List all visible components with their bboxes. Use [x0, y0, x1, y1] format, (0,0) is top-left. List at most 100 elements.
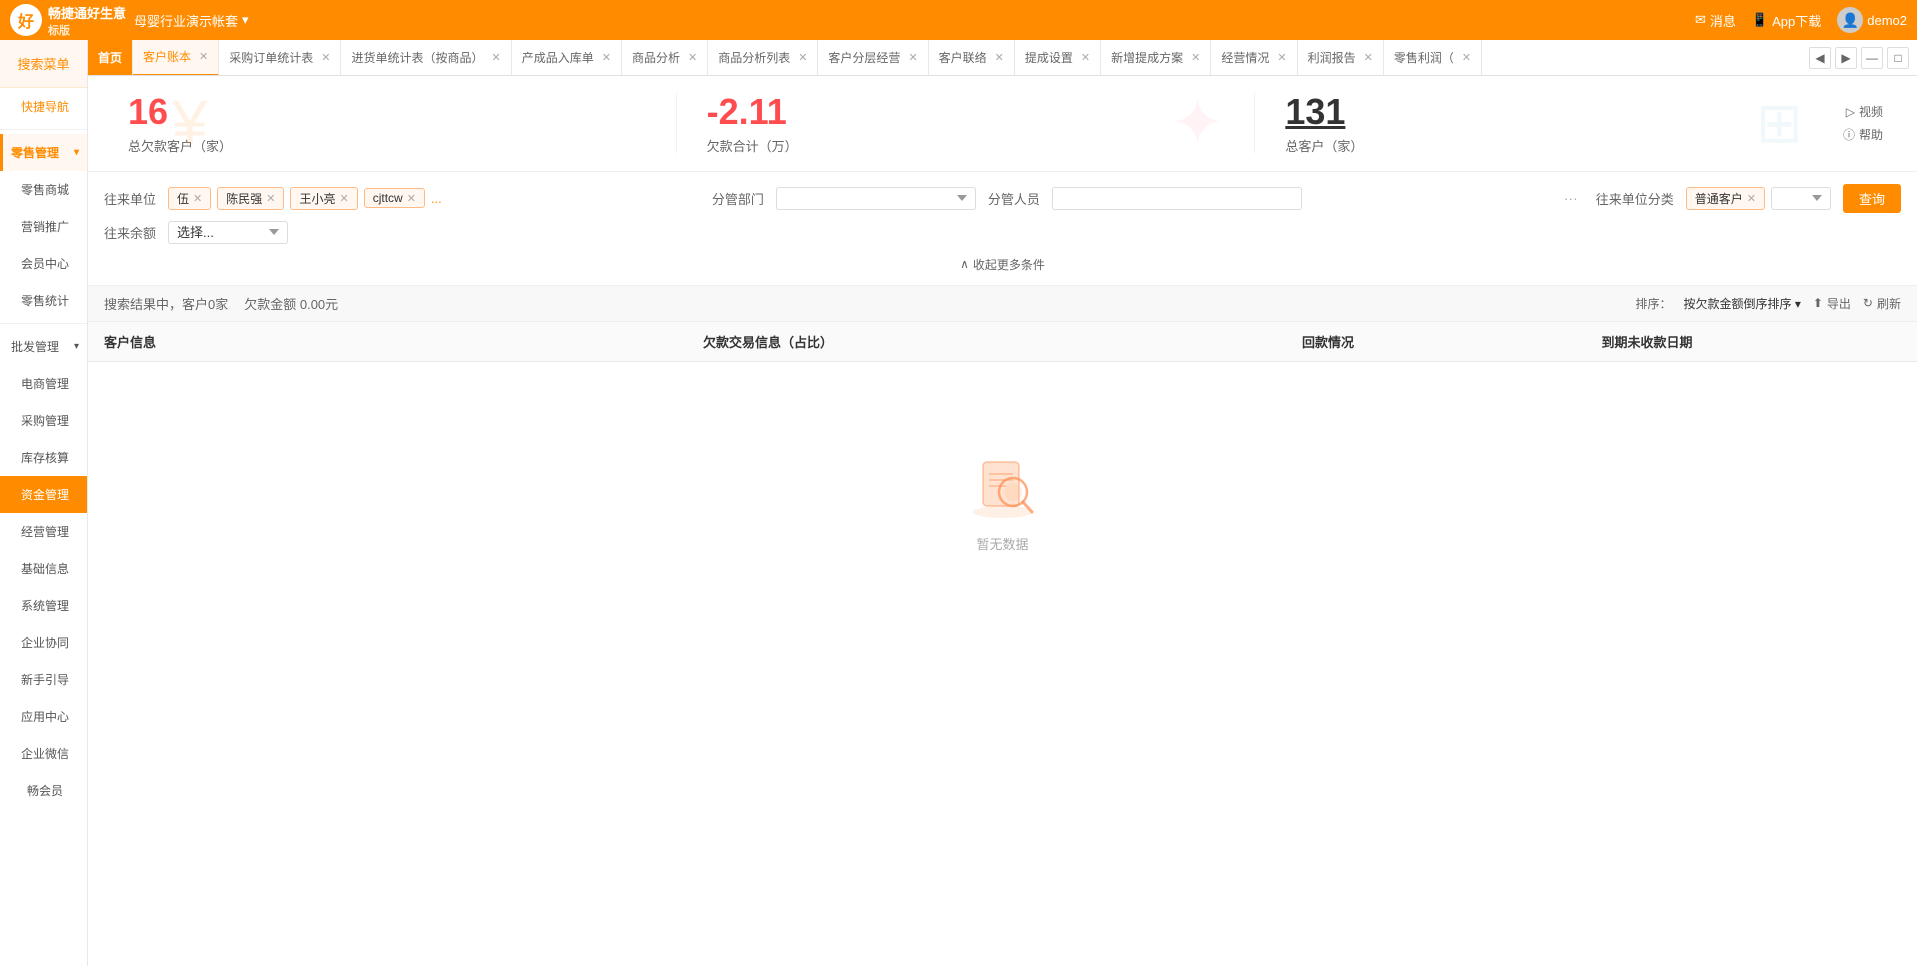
- sidebar-item-operations-manage[interactable]: 经营管理: [0, 513, 87, 550]
- app-download-btn[interactable]: 📱 App下载: [1752, 11, 1821, 30]
- sidebar-item-quick-nav[interactable]: 快捷导航: [0, 88, 87, 125]
- tab-minimize[interactable]: —: [1861, 47, 1883, 69]
- export-btn[interactable]: ⬆ 导出: [1813, 295, 1851, 312]
- search-menu-button[interactable]: 搜索菜单: [8, 50, 79, 77]
- chevron-down-icon: ▾: [242, 12, 249, 28]
- unit-tag-wang-close[interactable]: ✕: [340, 192, 349, 205]
- sidebar-item-wholesale-manage[interactable]: 批发管理 ▾: [0, 328, 87, 365]
- filter-row-2: 往来余额 选择...: [104, 221, 1901, 244]
- unit-tag-wu: 伍 ✕: [168, 187, 211, 210]
- tab-business-status[interactable]: 经营情况 ✕: [1211, 40, 1297, 76]
- tab-close-business-status[interactable]: ✕: [1277, 51, 1286, 64]
- content-area: ¥ 16 总欠款客户（家） ✦ -2.11 欠款合计（万） ⊞: [88, 76, 1917, 966]
- tab-close-new-raise-plan[interactable]: ✕: [1191, 51, 1200, 64]
- category-tag-normal-close[interactable]: ✕: [1747, 192, 1756, 205]
- tab-close-purchase-order-stats[interactable]: ✕: [321, 51, 330, 64]
- sidebar-item-enterprise-agreement[interactable]: 企业协同: [0, 624, 87, 661]
- unit-tag-wu-label: 伍: [177, 190, 189, 207]
- empty-icon: [953, 442, 1053, 522]
- tab-product-analysis[interactable]: 商品分析 ✕: [622, 40, 708, 76]
- stats-actions: ▷ 视频 ⓘ 帮助: [1833, 103, 1893, 143]
- unit-tag-more[interactable]: ...: [431, 191, 442, 206]
- result-bar-right: 排序： 按欠款金额倒序排序 ▾ ⬆ 导出 ↻ 刷新: [1635, 295, 1901, 312]
- tab-home[interactable]: 首页: [88, 40, 133, 76]
- sidebar-item-capital-manage[interactable]: 资金管理: [0, 476, 87, 513]
- tab-close-profit-report[interactable]: ✕: [1364, 51, 1373, 64]
- empty-state: 暂无数据: [88, 362, 1917, 633]
- filter-row-1: 往来单位 伍 ✕ 陈民强 ✕ 王小亮: [104, 184, 1901, 213]
- tab-maximize[interactable]: □: [1887, 47, 1909, 69]
- help-icon: ⓘ: [1843, 126, 1855, 143]
- refresh-btn[interactable]: ↻ 刷新: [1863, 295, 1901, 312]
- query-button[interactable]: 查询: [1843, 184, 1901, 213]
- help-btn[interactable]: ⓘ 帮助: [1843, 126, 1883, 143]
- message-btn[interactable]: ✉ 消息: [1695, 11, 1736, 30]
- tab-retail-profit[interactable]: 零售利润（ ✕: [1384, 40, 1482, 76]
- tab-purchase-order-stats[interactable]: 采购订单统计表 ✕: [219, 40, 341, 76]
- sidebar-item-inventory-check[interactable]: 库存核算: [0, 439, 87, 476]
- collapse-filter-btn[interactable]: ∧ 收起更多条件: [960, 256, 1045, 273]
- sidebar: 搜索菜单 快捷导航 零售管理 ▾ 零售商城 营销推广 会员中心 零售统计: [0, 40, 88, 966]
- play-icon: ▷: [1846, 105, 1855, 119]
- unit-tag-cjttcw-close[interactable]: ✕: [407, 192, 416, 205]
- sidebar-item-member-center[interactable]: 会员中心: [0, 245, 87, 282]
- total-debt-customers-label: 总欠款客户（家）: [128, 136, 646, 155]
- logo-text: 畅捷通好生意 标版: [48, 3, 126, 38]
- tab-close-accounts[interactable]: ✕: [199, 50, 208, 63]
- sidebar-item-retail-stats[interactable]: 零售统计: [0, 282, 87, 319]
- person-filter-more[interactable]: ···: [1564, 190, 1578, 206]
- tab-customer-segment[interactable]: 客户分层经营 ✕: [818, 40, 928, 76]
- chevron-down-icon: ▾: [74, 147, 79, 158]
- tab-close-raise-settings[interactable]: ✕: [1081, 51, 1090, 64]
- sidebar-item-marketing[interactable]: 营销推广: [0, 208, 87, 245]
- unit-tag-chen-close[interactable]: ✕: [266, 192, 275, 205]
- th-due-date: 到期未收款日期: [1602, 332, 1902, 351]
- unit-tag-cjttcw: cjttcw ✕: [364, 188, 425, 208]
- category-tag-normal-label: 普通客户: [1695, 190, 1743, 207]
- tab-close-product-analysis[interactable]: ✕: [688, 51, 697, 64]
- download-icon: 📱: [1752, 12, 1768, 28]
- sidebar-item-system-manage[interactable]: 系统管理: [0, 587, 87, 624]
- tab-close-customer-contact[interactable]: ✕: [995, 51, 1004, 64]
- sidebar-item-retail-manage[interactable]: 零售管理 ▾: [0, 134, 87, 171]
- category-filter-label: 往来单位分类: [1596, 189, 1674, 208]
- tab-accounts[interactable]: 客户账本 ✕: [133, 40, 219, 76]
- tab-scroll-right[interactable]: ▶: [1835, 47, 1857, 69]
- person-filter-input[interactable]: [1052, 187, 1302, 210]
- tab-close-product-in[interactable]: ✕: [602, 51, 611, 64]
- total-debt-amount-label: 欠款合计（万）: [707, 136, 1225, 155]
- sort-label: 排序：: [1635, 295, 1671, 312]
- tab-profit-report[interactable]: 利润报告 ✕: [1298, 40, 1384, 76]
- sidebar-item-newbie-guide[interactable]: 新手引导: [0, 661, 87, 698]
- tab-purchase-stats-product[interactable]: 进货单统计表（按商品） ✕: [341, 40, 511, 76]
- remainder-filter-select[interactable]: 选择...: [168, 221, 288, 244]
- sidebar-item-retail-mall[interactable]: 零售商城: [0, 171, 87, 208]
- account-dropdown[interactable]: 母婴行业演示帐套 ▾: [134, 11, 249, 30]
- tab-new-raise-plan[interactable]: 新增提成方案 ✕: [1101, 40, 1211, 76]
- top-bar: 好 畅捷通好生意 标版 母婴行业演示帐套 ▾ ✉ 消息 📱 App下载: [0, 0, 1917, 40]
- video-btn[interactable]: ▷ 视频: [1846, 103, 1883, 120]
- dept-filter-select[interactable]: [776, 187, 976, 210]
- sidebar-item-basic-info[interactable]: 基础信息: [0, 550, 87, 587]
- sidebar-item-enterprise-wechat[interactable]: 企业微信: [0, 735, 87, 772]
- sort-select[interactable]: 按欠款金额倒序排序 ▾: [1683, 295, 1800, 312]
- tab-close-customer-segment[interactable]: ✕: [908, 51, 917, 64]
- tab-product-analysis-list[interactable]: 商品分析列表 ✕: [708, 40, 818, 76]
- tab-raise-settings[interactable]: 提成设置 ✕: [1015, 40, 1101, 76]
- tab-product-in[interactable]: 产成品入库单 ✕: [512, 40, 622, 76]
- tab-close-purchase-stats-product[interactable]: ✕: [492, 51, 501, 64]
- user-avatar-area[interactable]: 👤 demo2: [1837, 7, 1907, 33]
- sidebar-item-app-center[interactable]: 应用中心: [0, 698, 87, 735]
- sidebar-item-vip-member[interactable]: 畅会员: [0, 772, 87, 809]
- tab-close-product-analysis-list[interactable]: ✕: [798, 51, 807, 64]
- category-filter-select[interactable]: [1771, 187, 1831, 210]
- unit-tag-wang-label: 王小亮: [299, 190, 335, 207]
- dept-filter-label: 分管部门: [712, 189, 764, 208]
- tab-scroll-left[interactable]: ◀: [1809, 47, 1831, 69]
- tab-close-retail-profit[interactable]: ✕: [1462, 51, 1471, 64]
- unit-tag-wu-close[interactable]: ✕: [193, 192, 202, 205]
- tab-customer-contact[interactable]: 客户联络 ✕: [929, 40, 1015, 76]
- sidebar-item-purchase-manage[interactable]: 采购管理: [0, 402, 87, 439]
- person-filter-label: 分管人员: [988, 189, 1040, 208]
- sidebar-item-ecommerce-manage[interactable]: 电商管理: [0, 365, 87, 402]
